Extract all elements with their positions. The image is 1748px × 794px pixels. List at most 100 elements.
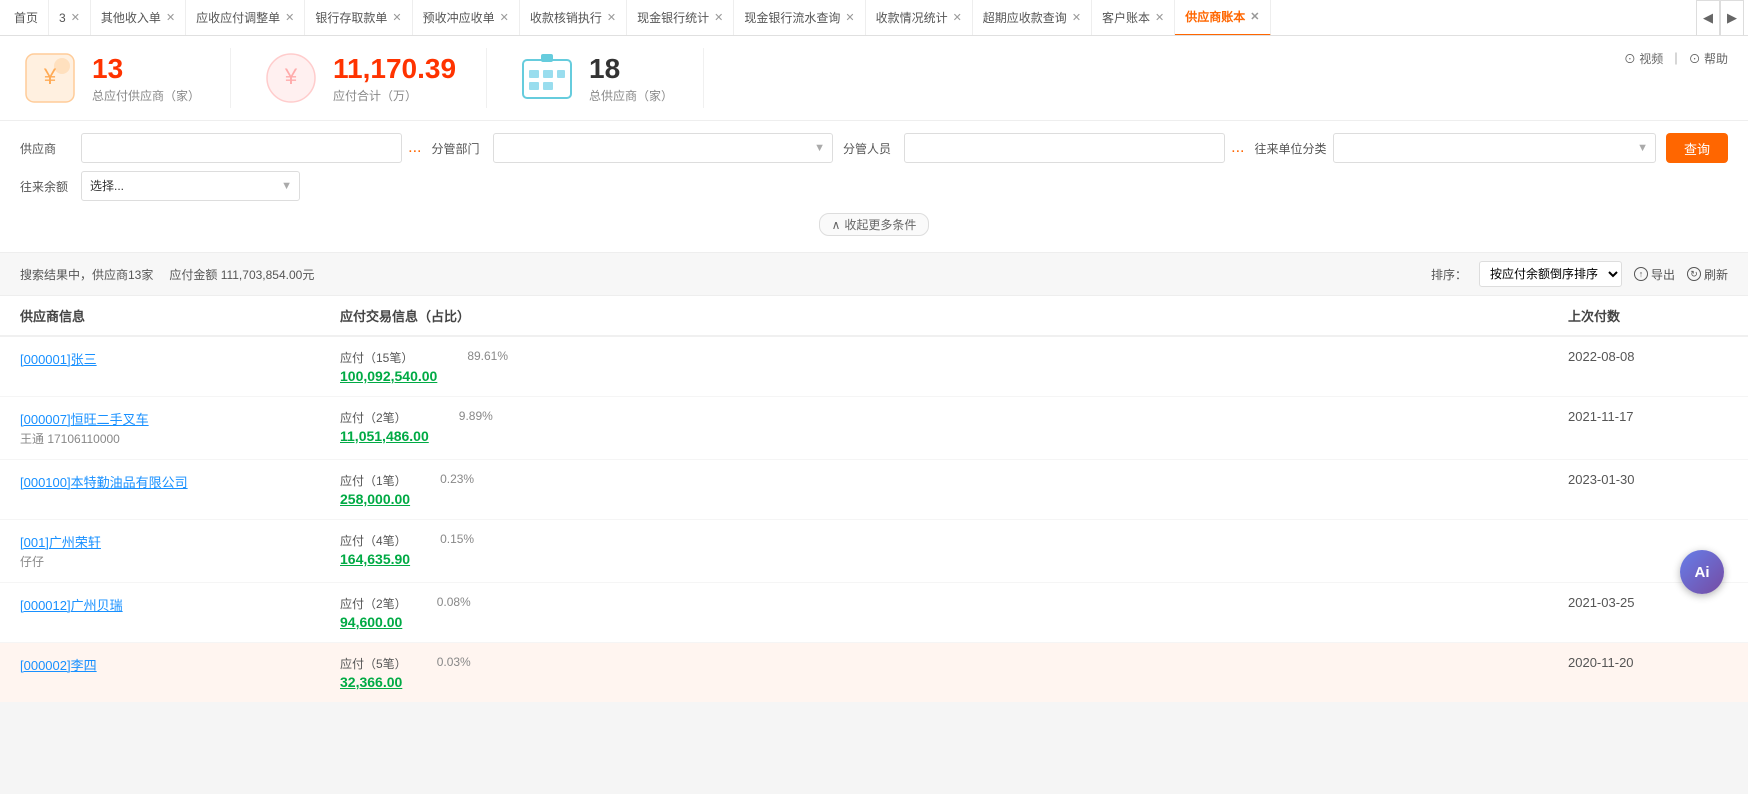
close-icon[interactable]: ✕: [392, 11, 401, 24]
supplier-link-5[interactable]: [000012]广州贝瑞: [20, 595, 340, 614]
nav-tab-cash-bank-stat[interactable]: 现金银行统计 ✕: [627, 0, 734, 36]
stat-total-suppliers: 18 总供应商（家）: [517, 48, 704, 108]
person-filter-input[interactable]: [904, 133, 1225, 163]
balance-select[interactable]: 选择...: [81, 171, 300, 201]
close-icon[interactable]: ✕: [1155, 11, 1164, 24]
summary-bar: 搜索结果中，供应商13家 应付金额 111,703,854.00元 排序： 按应…: [0, 253, 1748, 296]
nav-tab-bank-deposit[interactable]: 银行存取款单 ✕: [305, 0, 412, 36]
table-header: 供应商信息 应付交易信息（占比） 上次付数: [0, 296, 1748, 337]
trans-label-4: 应付（4笔）: [340, 532, 410, 549]
summary-left: 搜索结果中，供应商13家 应付金额 111,703,854.00元: [20, 266, 314, 283]
ap-total-text: 应付金额 111,703,854.00元: [169, 266, 314, 283]
dept-filter-label: 分管部门: [432, 140, 487, 157]
trans-percent-4: 0.15%: [440, 532, 474, 546]
nav-tab-receipt-verify[interactable]: 收款核销执行 ✕: [520, 0, 627, 36]
query-button[interactable]: 查询: [1666, 133, 1728, 163]
table-row: [001]广州荣轩 仔仔 应付（4笔） 164,635.90 0.15%: [0, 520, 1748, 583]
nav-tab-other-income[interactable]: 其他收入单 ✕: [91, 0, 186, 36]
close-icon[interactable]: ✕: [500, 11, 509, 24]
header-transaction: 应付交易信息（占比）: [340, 306, 1568, 325]
table-row: [000001]张三 应付（15笔） 100,092,540.00 89.61%…: [0, 337, 1748, 397]
export-icon: ↑: [1634, 267, 1648, 281]
nav-tab-overdue-ar[interactable]: 超期应收款查询 ✕: [973, 0, 1092, 36]
help-link[interactable]: ⊙ 帮助: [1689, 52, 1728, 66]
nav-tab-home[interactable]: 首页: [4, 0, 49, 36]
transaction-3: 应付（1笔） 258,000.00 0.23%: [340, 472, 1568, 507]
filter-area: 供应商 ... 分管部门 ▼ 分管人员 ... 往来单位分类: [0, 121, 1748, 253]
transaction-6: 应付（5笔） 32,366.00 0.03%: [340, 655, 1568, 690]
close-icon[interactable]: ✕: [285, 11, 294, 24]
trans-amount-3[interactable]: 258,000.00: [340, 491, 410, 507]
table-row: [000007]恒旺二手叉车 王通 17106110000 应付（2笔） 11,…: [0, 397, 1748, 460]
collapse-button[interactable]: ∧ 收起更多条件: [819, 213, 930, 236]
nav-tab-overdue-ar-label: 超期应收款查询: [983, 9, 1067, 26]
top-navigation: 首页 3 ✕ 其他收入单 ✕ 应收应付调整单 ✕ 银行存取款单 ✕ 预收冲应收单…: [0, 0, 1748, 36]
dept-select[interactable]: [493, 133, 834, 163]
table-row: [000100]本特勤油品有限公司 应付（1笔） 258,000.00 0.23…: [0, 460, 1748, 520]
refresh-button[interactable]: ↻ 刷新: [1687, 266, 1728, 283]
supplier-dots[interactable]: ...: [408, 140, 421, 156]
close-icon[interactable]: ✕: [845, 11, 854, 24]
trans-amount-1[interactable]: 100,092,540.00: [340, 368, 437, 384]
sort-select[interactable]: 按应付余额倒序排序: [1479, 261, 1622, 287]
nav-tab-supplier-book-label: 供应商账本: [1185, 8, 1245, 25]
person-dots[interactable]: ...: [1231, 140, 1244, 156]
trans-detail-3: 应付（1笔） 258,000.00: [340, 472, 410, 507]
close-icon[interactable]: ✕: [607, 11, 616, 24]
collapse-label: 收起更多条件: [844, 216, 916, 233]
supplier-name-6: 李四: [71, 658, 97, 673]
nav-tab-ar-ap-adjust[interactable]: 应收应付调整单 ✕: [186, 0, 305, 36]
total-suppliers-icon: [517, 48, 577, 108]
nav-tab-receipt-verify-label: 收款核销执行: [530, 9, 602, 26]
supplier-info-1: [000001]张三: [20, 349, 340, 368]
unit-type-select[interactable]: [1333, 133, 1656, 163]
ai-button[interactable]: Ai: [1680, 550, 1724, 594]
divider: ｜: [1667, 52, 1689, 66]
nav-tab-cash-flow[interactable]: 现金银行流水查询 ✕: [734, 0, 865, 36]
trans-label-1: 应付（15笔）: [340, 349, 437, 366]
trans-amount-4[interactable]: 164,635.90: [340, 551, 410, 567]
person-filter-label: 分管人员: [843, 140, 898, 157]
supplier-link-3[interactable]: [000100]本特勤油品有限公司: [20, 472, 340, 491]
stat-ap-amount: ¥ 11,170.39 应付合计（万）: [261, 48, 487, 108]
nav-tab-prepay-ar-label: 预收冲应收单: [423, 9, 495, 26]
video-link[interactable]: ⊙ 视频: [1624, 52, 1667, 66]
trans-label-6: 应付（5笔）: [340, 655, 407, 672]
trans-amount-2[interactable]: 11,051,486.00: [340, 428, 429, 444]
search-result-text: 搜索结果中，供应商13家: [20, 266, 153, 283]
supplier-link-4[interactable]: [001]广州荣轩: [20, 532, 340, 551]
close-icon[interactable]: ✕: [166, 11, 175, 24]
nav-tab-prepay-ar[interactable]: 预收冲应收单 ✕: [413, 0, 520, 36]
trans-label-2: 应付（2笔）: [340, 409, 429, 426]
supplier-link-2[interactable]: [000007]恒旺二手叉车: [20, 409, 340, 428]
close-icon[interactable]: ✕: [1250, 10, 1259, 23]
close-icon[interactable]: ✕: [953, 11, 962, 24]
nav-tab-3[interactable]: 3 ✕: [49, 0, 91, 36]
table-row: [000012]广州贝瑞 应付（2笔） 94,600.00 0.08% 2021…: [0, 583, 1748, 643]
export-button[interactable]: ↑ 导出: [1634, 266, 1675, 283]
nav-tab-home-label: 首页: [14, 9, 38, 26]
nav-tab-receipt-stat[interactable]: 收款情况统计 ✕: [866, 0, 973, 36]
nav-prev-arrow[interactable]: ◀: [1696, 0, 1720, 36]
supplier-filter-input[interactable]: [81, 133, 402, 163]
supplier-sub-4: 仔仔: [20, 553, 340, 570]
nav-next-arrow[interactable]: ▶: [1720, 0, 1744, 36]
supplier-name-4: 广州荣轩: [49, 535, 101, 550]
trans-amount-6[interactable]: 32,366.00: [340, 674, 407, 690]
supplier-link-6[interactable]: [000002]李四: [20, 655, 340, 674]
supplier-link-1[interactable]: [000001]张三: [20, 349, 340, 368]
last-payment-2: 2021-11-17: [1568, 409, 1728, 424]
nav-tab-supplier-book[interactable]: 供应商账本 ✕: [1175, 0, 1270, 36]
nav-tab-other-income-label: 其他收入单: [101, 9, 161, 26]
close-icon[interactable]: ✕: [1072, 11, 1081, 24]
trans-amount-5[interactable]: 94,600.00: [340, 614, 407, 630]
filter-person: 分管人员 ...: [843, 133, 1245, 163]
refresh-icon: ↻: [1687, 267, 1701, 281]
close-icon[interactable]: ✕: [71, 11, 80, 24]
close-icon[interactable]: ✕: [714, 11, 723, 24]
table-row: [000002]李四 应付（5笔） 32,366.00 0.03% 2020-1…: [0, 643, 1748, 703]
transaction-2: 应付（2笔） 11,051,486.00 9.89%: [340, 409, 1568, 444]
nav-arrows: ◀ ▶: [1696, 0, 1744, 36]
nav-tab-customer-book[interactable]: 客户账本 ✕: [1092, 0, 1175, 36]
trans-detail-2: 应付（2笔） 11,051,486.00: [340, 409, 429, 444]
